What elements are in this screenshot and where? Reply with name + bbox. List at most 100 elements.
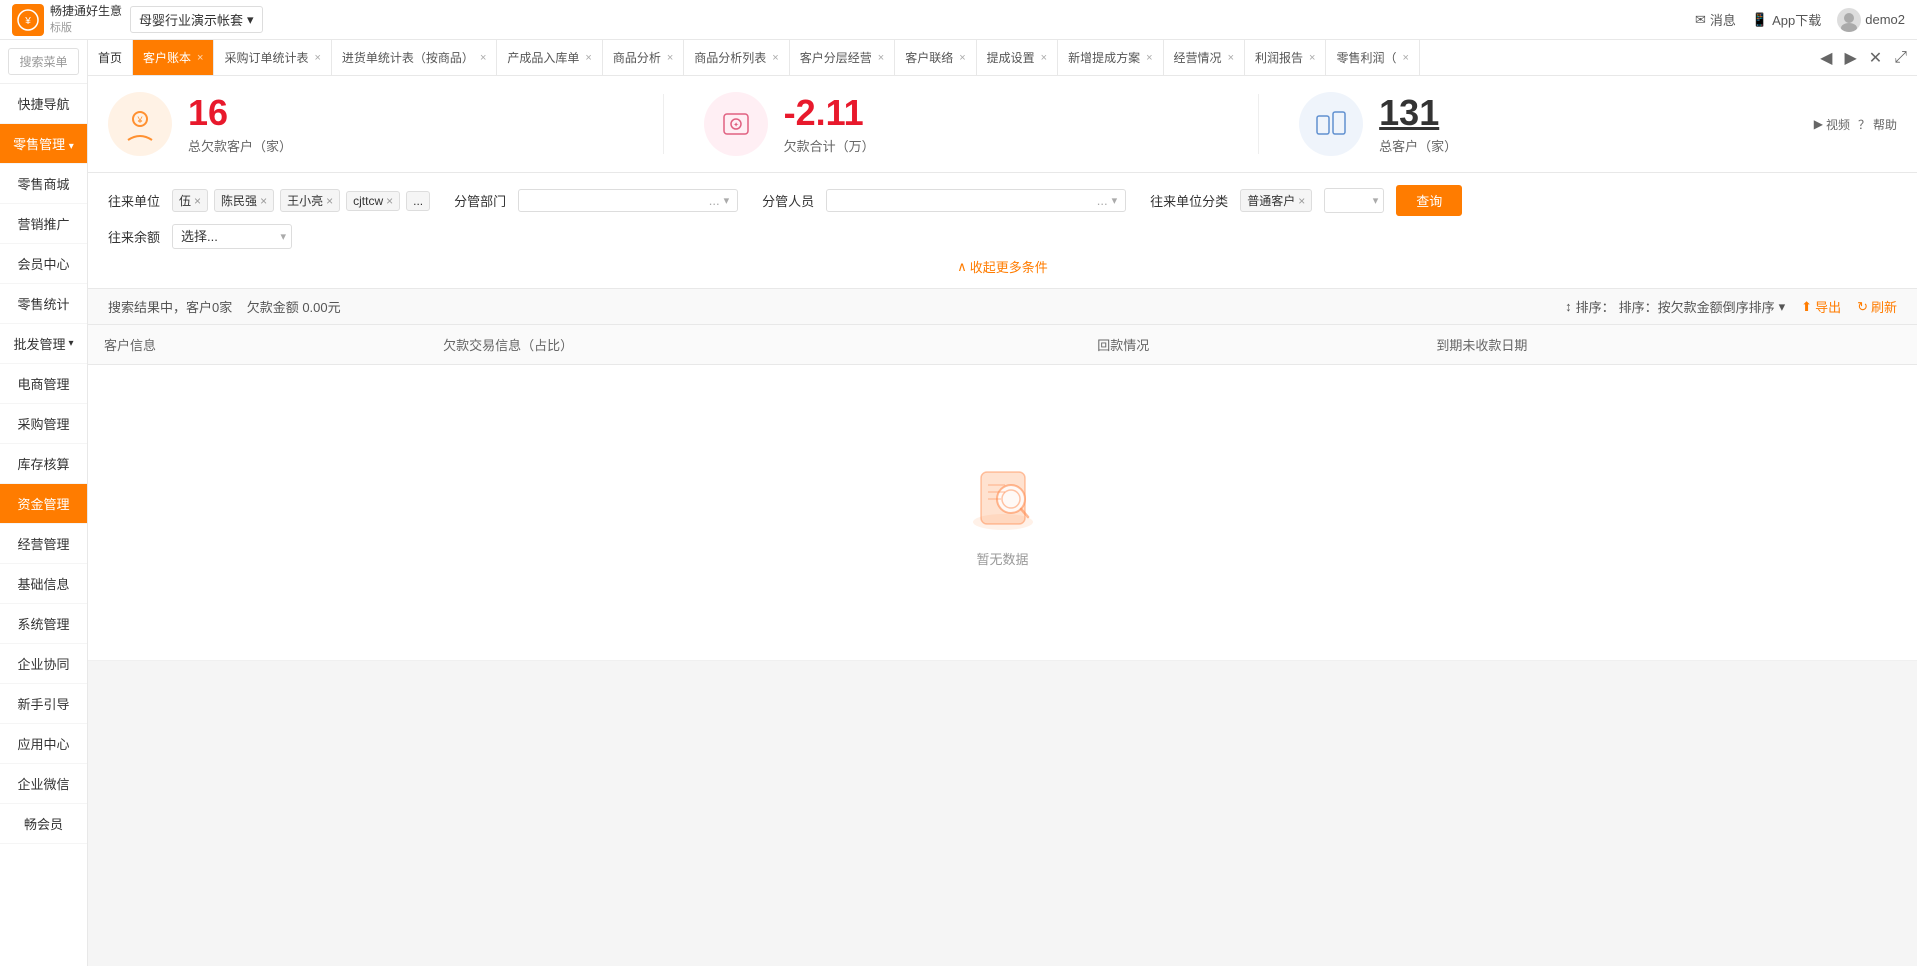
user-avatar[interactable]: demo2 xyxy=(1837,8,1905,32)
close-retail-profit-icon[interactable]: × xyxy=(1402,52,1408,64)
remove-wu-btn[interactable]: × xyxy=(194,194,201,208)
tab-business-status[interactable]: 经营情况 × xyxy=(1164,40,1245,76)
sidebar-item-enterprise[interactable]: 企业协同 xyxy=(0,644,87,684)
close-purchase-order-icon[interactable]: × xyxy=(314,52,320,64)
sidebar-item-inventory[interactable]: 库存核算 xyxy=(0,444,87,484)
avatar xyxy=(1837,8,1861,32)
tab-retail-profit[interactable]: 零售利润（ × xyxy=(1326,40,1419,76)
person-selector[interactable]: ... ▾ xyxy=(826,189,1126,212)
sidebar-item-app-center[interactable]: 应用中心 xyxy=(0,724,87,764)
add-more-unit-btn[interactable]: ... xyxy=(406,191,430,211)
close-profit-report-icon[interactable]: × xyxy=(1309,52,1315,64)
person-arrow-icon: ▾ xyxy=(1112,194,1118,207)
export-label: 导出 xyxy=(1815,297,1841,316)
filter-row-2: 往来余额 选择... ▾ xyxy=(108,224,1897,249)
svg-text:¥: ¥ xyxy=(136,115,143,125)
sort-selector[interactable]: ↕ 排序： 排序：按欠款金额倒序排序 ▾ xyxy=(1565,297,1785,316)
tab-product-analysis-list[interactable]: 商品分析列表 × xyxy=(684,40,789,76)
sidebar-item-quick-nav[interactable]: 快捷导航 xyxy=(0,84,87,124)
table-header: 客户信息 欠款交易信息（占比） 回款情况 到期未收款日期 xyxy=(88,325,1917,365)
tab-customer-accounts[interactable]: 客户账本 × xyxy=(133,40,214,76)
unit-class-selector-wrapper: ▾ xyxy=(1324,188,1384,213)
close-product-analysis-icon[interactable]: × xyxy=(667,52,673,64)
tab-purchase-order-stats[interactable]: 采购订单统计表 × xyxy=(214,40,331,76)
tab-customer-contact[interactable]: 客户联络 × xyxy=(895,40,976,76)
app-download-btn[interactable]: 📱 App下载 xyxy=(1752,10,1821,29)
svg-text:¥: ¥ xyxy=(24,16,31,27)
tab-promo-settings[interactable]: 提成设置 × xyxy=(977,40,1058,76)
workspace-selector[interactable]: 母婴行业演示帐套 ▾ xyxy=(130,6,263,33)
sidebar-item-enterprise-wechat[interactable]: 企业微信 xyxy=(0,764,87,804)
sidebar-item-ops-mgmt[interactable]: 经营管理 xyxy=(0,524,87,564)
tab-scroll-right-btn[interactable]: ▶ xyxy=(1840,46,1860,70)
remove-cjttcw-btn[interactable]: × xyxy=(386,194,393,208)
tab-incoming-stats[interactable]: 进货单统计表（按商品） × xyxy=(332,40,497,76)
tab-expand-btn[interactable]: ⤢ xyxy=(1890,47,1911,69)
tab-profit-report[interactable]: 利润报告 × xyxy=(1245,40,1326,76)
promo-settings-label: 提成设置 xyxy=(987,49,1035,66)
person-more-icon[interactable]: ... xyxy=(1097,193,1108,208)
tab-close-all-btn[interactable]: ✕ xyxy=(1865,46,1886,70)
search-menu-btn[interactable]: 搜索菜单 xyxy=(8,48,79,75)
unit-class-selector[interactable] xyxy=(1324,188,1384,213)
remove-chen-btn[interactable]: × xyxy=(260,194,267,208)
close-business-status-icon[interactable]: × xyxy=(1228,52,1234,64)
close-product-analysis-list-icon[interactable]: × xyxy=(772,52,778,64)
remove-normal-customer-btn[interactable]: × xyxy=(1298,194,1305,208)
help-link[interactable]: ？ 帮助 xyxy=(1858,116,1897,133)
close-customer-accounts-icon[interactable]: × xyxy=(197,52,203,64)
tab-product-inbound[interactable]: 产成品入库单 × xyxy=(497,40,602,76)
refresh-btn[interactable]: ↻ 刷新 xyxy=(1857,297,1897,316)
sidebar-item-basic-info[interactable]: 基础信息 xyxy=(0,564,87,604)
total-customers-number: 16 xyxy=(188,93,292,133)
empty-text: 暂无数据 xyxy=(976,549,1028,568)
dept-selector[interactable]: ... ▾ xyxy=(518,189,738,212)
page-links: ▶ 视频 ？ 帮助 xyxy=(1814,116,1897,133)
video-link[interactable]: ▶ 视频 xyxy=(1814,116,1850,133)
unit-filter-label: 往来单位 xyxy=(108,191,160,210)
total-icon-svg xyxy=(1311,104,1351,144)
sidebar-item-member-center[interactable]: 会员中心 xyxy=(0,244,87,284)
export-btn[interactable]: ⬆ 导出 xyxy=(1801,297,1841,316)
sidebar-item-marketing[interactable]: 营销推广 xyxy=(0,204,87,244)
close-new-promo-plan-icon[interactable]: × xyxy=(1146,52,1152,64)
profit-report-label: 利润报告 xyxy=(1255,49,1303,66)
sidebar-item-vip-member[interactable]: 畅会员 xyxy=(0,804,87,844)
sidebar-item-retail-mgmt[interactable]: 零售管理 ▾ xyxy=(0,124,87,164)
sidebar-item-purchase-mgmt[interactable]: 采购管理 xyxy=(0,404,87,444)
sidebar-label-retail-mgmt: 零售管理 xyxy=(13,137,65,152)
stat-divider-1 xyxy=(663,94,664,154)
expand-icon: ▾ xyxy=(69,141,74,152)
remove-wang-btn[interactable]: × xyxy=(326,194,333,208)
search-result-label: 搜索结果中，客户0家 xyxy=(108,300,232,315)
close-promo-settings-icon[interactable]: × xyxy=(1041,52,1047,64)
empty-state-cell: 暂无数据 xyxy=(88,365,1917,661)
sidebar-item-new-guide[interactable]: 新手引导 xyxy=(0,684,87,724)
sidebar-item-ecommerce[interactable]: 电商管理 xyxy=(0,364,87,404)
tab-scroll-left-btn[interactable]: ◀ xyxy=(1816,46,1836,70)
stats-bar: ¥ 16 总欠款客户（家） xyxy=(88,76,1917,173)
tab-product-analysis[interactable]: 商品分析 × xyxy=(603,40,684,76)
sidebar-item-finance-mgmt[interactable]: 资金管理 xyxy=(0,484,87,524)
filter-tag-chen: 陈民强 × xyxy=(214,189,274,212)
balance-selector[interactable]: 选择... xyxy=(172,224,292,249)
query-button[interactable]: 查询 xyxy=(1396,185,1462,216)
tab-home[interactable]: 首页 xyxy=(88,40,133,76)
collapse-arrow-icon: ∧ xyxy=(957,259,967,275)
tab-new-promo-plan[interactable]: 新增提成方案 × xyxy=(1058,40,1163,76)
sidebar-item-retail-stats[interactable]: 零售统计 xyxy=(0,284,87,324)
close-product-inbound-icon[interactable]: × xyxy=(585,52,591,64)
close-customer-tier-icon[interactable]: × xyxy=(878,52,884,64)
message-btn[interactable]: ✉ 消息 xyxy=(1695,10,1736,29)
sidebar-item-wholesale-mgmt[interactable]: 批发管理 ▾ xyxy=(0,324,87,364)
close-customer-contact-icon[interactable]: × xyxy=(959,52,965,64)
sidebar-item-retail-mall[interactable]: 零售商城 xyxy=(0,164,87,204)
collapse-conditions-btn[interactable]: ∧ 收起更多条件 xyxy=(957,257,1048,276)
dept-more-icon[interactable]: ... xyxy=(709,193,720,208)
page-content: ¥ 16 总欠款客户（家） xyxy=(88,76,1917,966)
filter-tag-cjttcw: cjttcw × xyxy=(346,191,400,211)
sidebar-item-system-mgmt[interactable]: 系统管理 xyxy=(0,604,87,644)
close-incoming-stats-icon[interactable]: × xyxy=(480,52,486,64)
tab-customer-tier[interactable]: 客户分层经营 × xyxy=(790,40,895,76)
stat-icon-total xyxy=(1299,92,1363,156)
